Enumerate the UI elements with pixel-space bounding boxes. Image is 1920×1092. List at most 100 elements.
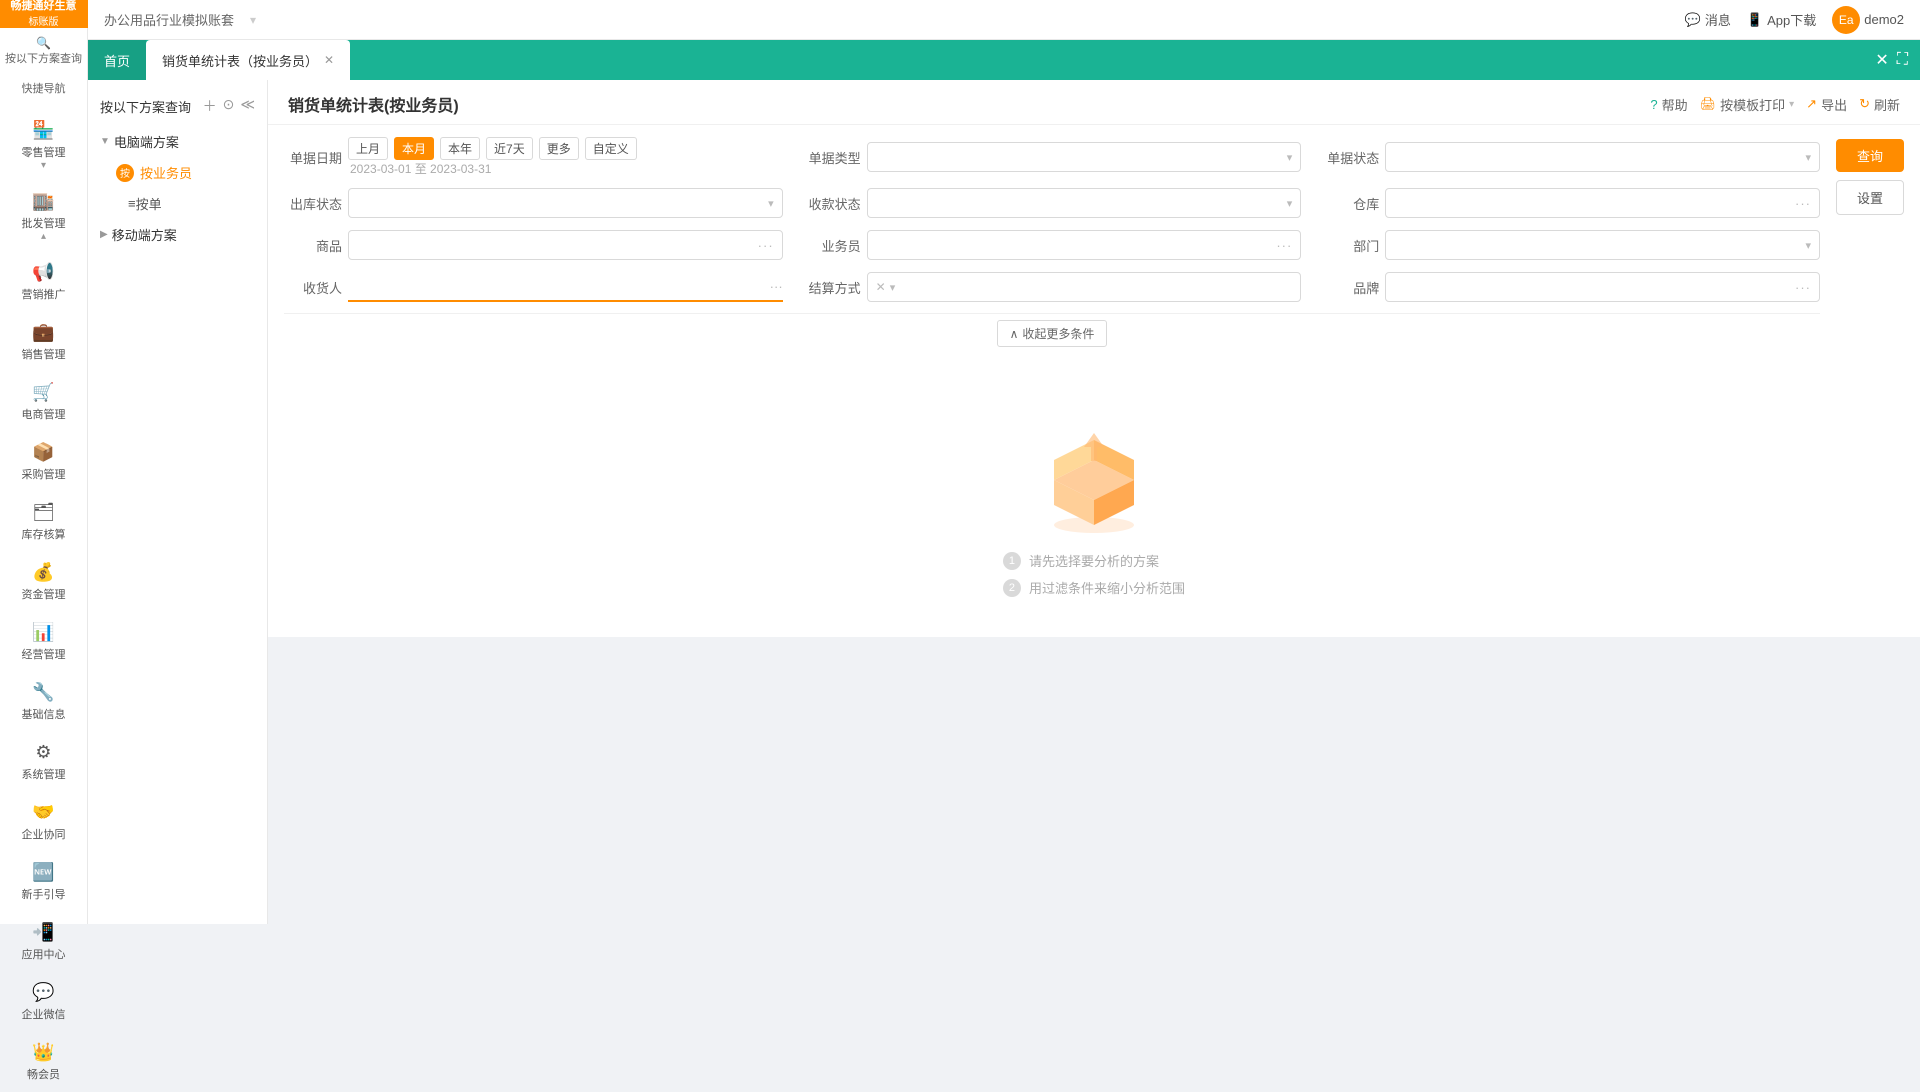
- date-btn-last-month[interactable]: 上月: [348, 137, 388, 160]
- salesperson-select[interactable]: ···: [867, 230, 1302, 260]
- date-btn-more[interactable]: 更多: [539, 137, 579, 160]
- filter-date: 单据日期 上月 本月 本年 近7天 更多 自定义: [284, 137, 783, 177]
- messages-btn[interactable]: 💬 消息: [1685, 10, 1731, 29]
- filter-wrapper: 单据日期 上月 本月 本年 近7天 更多 自定义: [284, 137, 1904, 353]
- filter-department: 部门 ▾: [1321, 229, 1820, 261]
- goods-select[interactable]: ···: [348, 230, 783, 260]
- sidebar-finance-label: 资金管理: [22, 586, 66, 602]
- user-name-label: demo2: [1864, 12, 1904, 27]
- app-download-btn[interactable]: 📱 App下载: [1747, 10, 1816, 29]
- export-btn[interactable]: ↗ 导出: [1806, 95, 1847, 114]
- filter-brand: 品牌 ···: [1321, 271, 1820, 303]
- sidebar-item-appcenter[interactable]: 📲 应用中心: [0, 912, 88, 972]
- tree-group-desktop-header[interactable]: ▼ 电脑端方案: [88, 126, 267, 157]
- refresh-btn[interactable]: ↻ 刷新: [1859, 95, 1900, 114]
- date-btn-this-month[interactable]: 本月: [394, 137, 434, 160]
- tree-group-desktop-label: 电脑端方案: [114, 132, 179, 151]
- add-scheme-btn[interactable]: ＋: [203, 96, 217, 116]
- app-logo[interactable]: 畅捷通好生意 标账版: [0, 0, 88, 28]
- settlement-control: ✕ ▾: [867, 272, 1302, 302]
- receive-status-select[interactable]: ▾: [867, 188, 1302, 218]
- sidebar-item-inventory[interactable]: 🗂 库存核算: [0, 492, 88, 552]
- retail-icon: 🏪: [32, 120, 54, 141]
- sidebar-item-basic[interactable]: 🔧 基础信息: [0, 672, 88, 732]
- tab-bar: 首页 销货单统计表（按业务员） ✕ ✕ ⛶: [88, 40, 1920, 80]
- out-status-select[interactable]: ▾: [348, 188, 783, 218]
- empty-tip1-text: 请先选择要分析的方案: [1029, 551, 1159, 570]
- enterprise-icon: 🤝: [32, 802, 54, 823]
- empty-section: 1 请先选择要分析的方案 2 用过滤条件来缩小分析范围: [268, 365, 1920, 637]
- help-btn[interactable]: ? 帮助: [1650, 95, 1687, 114]
- empty-tips: 1 请先选择要分析的方案 2 用过滤条件来缩小分析范围: [1003, 551, 1185, 597]
- export-icon: ↗: [1806, 96, 1817, 112]
- sidebar-item-newuser[interactable]: 🆕 新手引导: [0, 852, 88, 912]
- right-panel: 销货单统计表(按业务员) ? 帮助 🖨 按模板打印 ▾ ↗ 导出: [268, 80, 1920, 924]
- sidebar-item-retail[interactable]: 🏪 零售管理 ▾: [0, 110, 88, 181]
- print-label: 按模板打印: [1720, 95, 1785, 114]
- date-filter-control: 上月 本月 本年 近7天 更多 自定义 2023-03-01 至 2023-03…: [348, 137, 783, 177]
- user-menu[interactable]: Ea demo2: [1832, 6, 1904, 34]
- sidebar-item-quick[interactable]: 快捷导航: [22, 74, 66, 102]
- empty-tip-1: 1 请先选择要分析的方案: [1003, 551, 1185, 570]
- doc-type-select[interactable]: ▾: [867, 142, 1302, 172]
- warehouse-select[interactable]: ···: [1385, 188, 1820, 218]
- settlement-select[interactable]: ✕ ▾: [867, 272, 1302, 302]
- tab-home[interactable]: 首页: [88, 40, 146, 80]
- brand-select[interactable]: ···: [1385, 272, 1820, 302]
- sidebar-item-member[interactable]: 👑 畅会员: [0, 1032, 88, 1092]
- sidebar-item-sales[interactable]: 💼 销售管理: [0, 312, 88, 372]
- settlement-clear-icon[interactable]: ✕: [876, 280, 886, 294]
- help-icon: ?: [1650, 97, 1657, 112]
- sidebar-item-purchase[interactable]: 📦 采购管理: [0, 432, 88, 492]
- empty-state: 1 请先选择要分析的方案 2 用过滤条件来缩小分析范围: [268, 365, 1920, 637]
- goods-dots-icon: ···: [758, 238, 774, 253]
- filter-area: 单据日期 上月 本月 本年 近7天 更多 自定义: [268, 125, 1920, 365]
- sidebar-item-wechat[interactable]: 💬 企业微信: [0, 972, 88, 1032]
- sidebar: 畅捷通好生意 标账版 🔍 帮助 按以下方案查询 快捷导航 🏪 零售管理 ▾ 🏬 …: [0, 0, 88, 924]
- sidebar-item-ecommerce[interactable]: 🛒 电商管理: [0, 372, 88, 432]
- tab-close-btn[interactable]: ✕: [324, 53, 334, 67]
- settings-btn[interactable]: 设置: [1836, 180, 1904, 215]
- tab-report[interactable]: 销货单统计表（按业务员） ✕: [146, 40, 350, 80]
- tab-close-all-icon[interactable]: ✕: [1875, 50, 1888, 70]
- tree-subitem-by-doc[interactable]: ≡ 按单: [88, 188, 267, 219]
- messages-label: 消息: [1705, 10, 1731, 29]
- operations-icon: 📊: [32, 622, 54, 643]
- date-btn-this-year[interactable]: 本年: [440, 137, 480, 160]
- tree-item-by-salesperson[interactable]: 按 按业务员: [88, 157, 267, 188]
- tab-maximize-icon[interactable]: ⛶: [1897, 51, 1908, 69]
- sidebar-item-finance[interactable]: 💰 资金管理: [0, 552, 88, 612]
- doc-status-select[interactable]: ▾: [1385, 142, 1820, 172]
- filter-fields: 单据日期 上月 本月 本年 近7天 更多 自定义: [284, 137, 1820, 353]
- sidebar-newuser-label: 新手引导: [22, 886, 66, 902]
- date-btn-7days[interactable]: 近7天: [486, 137, 533, 160]
- left-panel: 按以下方案查询 ＋ ⊙ ≪ ▼ 电脑端方案 按 按业务员: [88, 80, 268, 924]
- tree-group-mobile: ▶ 移动端方案: [88, 219, 267, 250]
- retail-arrow-icon: ▾: [41, 160, 46, 171]
- query-actions: 查询 设置: [1820, 137, 1904, 215]
- search-icon: 🔍: [5, 36, 82, 50]
- department-select[interactable]: ▾: [1385, 230, 1820, 260]
- date-btn-custom[interactable]: 自定义: [585, 137, 637, 160]
- tree-group-mobile-header[interactable]: ▶ 移动端方案: [88, 219, 267, 250]
- sidebar-item-enterprise[interactable]: 🤝 企业协同: [0, 792, 88, 852]
- receiver-input[interactable]: ···: [348, 272, 783, 302]
- query-btn[interactable]: 查询: [1836, 139, 1904, 172]
- print-btn[interactable]: 🖨 按模板打印 ▾: [1700, 95, 1795, 114]
- sidebar-member-label: 畅会员: [27, 1066, 60, 1082]
- content-area: 按以下方案查询 ＋ ⊙ ≪ ▼ 电脑端方案 按 按业务员: [88, 80, 1920, 924]
- collapse-btn[interactable]: ∧ 收起更多条件: [997, 320, 1108, 347]
- sidebar-item-marketing[interactable]: 📢 营销推广: [0, 252, 88, 312]
- sidebar-item-search[interactable]: 🔍 帮助 按以下方案查询: [5, 28, 82, 74]
- refresh-label: 刷新: [1874, 95, 1900, 114]
- filter-row-2: 出库状态 ▾ 收款状态: [284, 187, 1820, 219]
- sidebar-item-wholesale[interactable]: 🏬 批发管理 ▴: [0, 181, 88, 252]
- collapse-row: ∧ 收起更多条件: [284, 313, 1820, 353]
- collapse-left-btn[interactable]: ≪: [240, 96, 255, 116]
- sidebar-item-system[interactable]: ⚙ 系统管理: [0, 732, 88, 792]
- salesperson-scheme-icon: 按: [116, 164, 134, 182]
- receiver-label: 收货人: [284, 278, 348, 297]
- edit-scheme-btn[interactable]: ⊙: [223, 96, 235, 116]
- basic-icon: 🔧: [32, 682, 54, 703]
- sidebar-item-operations[interactable]: 📊 经营管理: [0, 612, 88, 672]
